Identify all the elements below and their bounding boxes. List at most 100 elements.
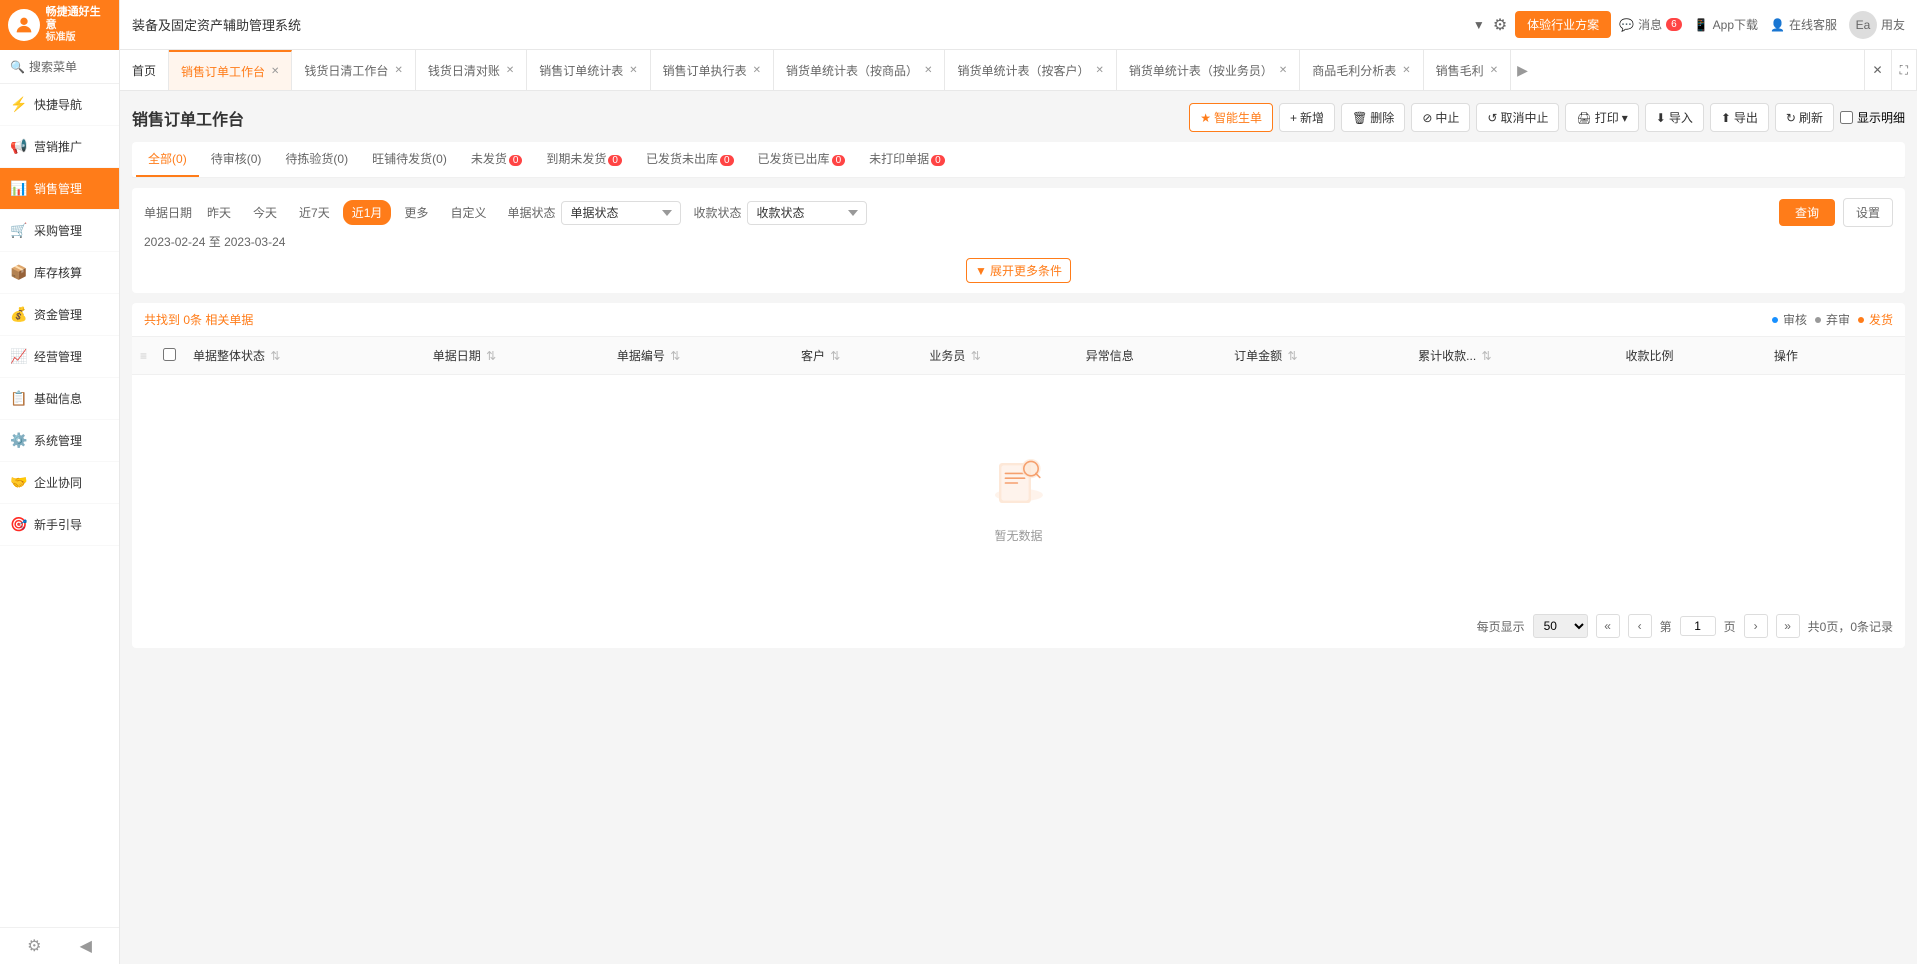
print-btn[interactable]: 🖨 打印 ▾	[1565, 103, 1638, 132]
tab-sales-profit[interactable]: 销售毛利 ✕	[1424, 50, 1511, 90]
filter-tab-not-printed[interactable]: 未打印单据0	[857, 142, 957, 177]
tab-close-cash-daily[interactable]: ✕	[394, 65, 402, 76]
cancel-stop-btn[interactable]: ↺ 取消中止	[1476, 103, 1559, 132]
sort-date-icon[interactable]: ⇅	[486, 349, 496, 363]
tab-close-product-margin[interactable]: ✕	[1402, 65, 1410, 76]
sidebar-search[interactable]: 🔍 搜索菜单	[0, 50, 119, 84]
date-btn-today[interactable]: 今天	[244, 200, 286, 225]
industry-btn[interactable]: 体验行业方案	[1515, 11, 1611, 38]
system-dropdown[interactable]: ▼	[1473, 18, 1485, 32]
tab-close-sales-profit[interactable]: ✕	[1490, 65, 1498, 76]
tab-close-sales-stat[interactable]: ✕	[629, 65, 637, 76]
select-all-checkbox[interactable]	[163, 348, 176, 361]
filter-tab-shipped-not-out[interactable]: 已发货未出库0	[634, 142, 746, 177]
online-service-btn[interactable]: 👤 在线客服	[1770, 16, 1837, 33]
tab-cash-daily[interactable]: 钱货日清工作台 ✕	[292, 50, 415, 90]
filter-tab-not-shipped[interactable]: 未发货0	[459, 142, 535, 177]
filter-tab-all[interactable]: 全部(0)	[136, 142, 199, 177]
sidebar-item-quick-nav[interactable]: ⚡ 快捷导航	[0, 84, 119, 126]
sidebar-settings-btn[interactable]: ⚙	[27, 936, 41, 956]
sort-collected-icon[interactable]: ⇅	[1482, 349, 1492, 363]
show-detail-checkbox[interactable]	[1840, 111, 1853, 124]
sidebar-item-marketing[interactable]: 📢 营销推广	[0, 126, 119, 168]
add-btn[interactable]: + 新增	[1279, 103, 1335, 132]
filter-tab-shipped-out[interactable]: 已发货已出库0	[746, 142, 858, 177]
query-btn[interactable]: 查询	[1779, 199, 1835, 226]
reject-action-btn[interactable]: 弃审	[1815, 311, 1850, 328]
user-menu-btn[interactable]: Ea 用友	[1849, 11, 1905, 39]
page-prev-btn[interactable]: ‹	[1628, 614, 1652, 638]
export-btn[interactable]: ⬆ 导出	[1710, 103, 1769, 132]
ship-action-btn[interactable]: 发货	[1858, 311, 1893, 328]
tabs-scroll-right[interactable]: ▶	[1511, 62, 1534, 79]
col-staff: 业务员 ⇅	[921, 337, 1077, 375]
sidebar-item-purchase[interactable]: 🛒 采购管理	[0, 210, 119, 252]
status-field: 单据状态 单据状态	[507, 201, 681, 225]
tab-sales-workbench[interactable]: 销售订单工作台 ✕	[169, 50, 292, 90]
date-btn-7days[interactable]: 近7天	[290, 200, 339, 225]
date-btn-custom[interactable]: 自定义	[441, 200, 495, 225]
tab-cash-reconcile[interactable]: 钱货日清对账 ✕	[416, 50, 527, 90]
page-next-btn[interactable]: ›	[1744, 614, 1768, 638]
page-last-btn[interactable]: »	[1776, 614, 1800, 638]
date-btn-more[interactable]: 更多	[395, 200, 437, 225]
main-area: 装备及固定资产辅助管理系统 ▼ ⚙ 体验行业方案 💬 消息 6 📱 App下载 …	[120, 0, 1917, 964]
tab-sales-summary-staff[interactable]: 销货单统计表（按业务员） ✕	[1117, 50, 1300, 90]
sidebar-item-operations[interactable]: 📈 经营管理	[0, 336, 119, 378]
sidebar-item-basic-info[interactable]: 📋 基础信息	[0, 378, 119, 420]
messages-btn[interactable]: 💬 消息 6	[1619, 16, 1682, 33]
sidebar-item-guide[interactable]: 🎯 新手引导	[0, 504, 119, 546]
tab-close-sales-summary-product[interactable]: ✕	[924, 65, 932, 76]
sort-amount-icon[interactable]: ⇅	[1287, 349, 1297, 363]
delete-btn[interactable]: 🗑 删除	[1341, 103, 1405, 132]
show-detail-checkbox-label[interactable]: 显示明细	[1840, 109, 1905, 126]
expand-conditions-btn[interactable]: ▼ 展开更多条件	[966, 258, 1071, 283]
stop-btn[interactable]: ⊘ 中止	[1411, 103, 1470, 132]
sort-number-icon[interactable]: ⇅	[670, 349, 680, 363]
sort-customer-icon[interactable]: ⇅	[830, 349, 840, 363]
filter-tab-wangpu[interactable]: 旺铺待发货(0)	[360, 142, 459, 177]
tab-home[interactable]: 首页	[120, 50, 169, 90]
filter-tab-expired-not-shipped[interactable]: 到期未发货0	[534, 142, 634, 177]
tab-close-cash-reconcile[interactable]: ✕	[506, 65, 514, 76]
import-btn[interactable]: ⬇ 导入	[1645, 103, 1704, 132]
date-btn-1month[interactable]: 近1月	[343, 200, 392, 225]
tab-sales-summary-product[interactable]: 销货单统计表（按商品） ✕	[774, 50, 945, 90]
tab-close-sales-summary-staff[interactable]: ✕	[1279, 65, 1287, 76]
date-btn-yesterday[interactable]: 昨天	[198, 200, 240, 225]
sidebar-collapse-btn[interactable]: ◀	[80, 936, 92, 956]
sidebar-item-inventory[interactable]: 📦 库存核算	[0, 252, 119, 294]
filter-tabs: 全部(0) 待审核(0) 待拣验货(0) 旺铺待发货(0) 未发货0 到期未发货…	[132, 142, 1905, 178]
tab-sales-summary-customer[interactable]: 销货单统计表（按客户） ✕	[945, 50, 1116, 90]
tab-close-sales-summary-customer[interactable]: ✕	[1095, 65, 1103, 76]
table-scroll-container[interactable]: ≡ 单据整体状态 ⇅ 单据日期 ⇅	[132, 337, 1905, 604]
sort-status-icon[interactable]: ⇅	[270, 349, 280, 363]
sidebar-item-sales[interactable]: 📊 销售管理	[0, 168, 119, 210]
filter-tab-pending-review[interactable]: 待审核(0)	[199, 142, 274, 177]
tab-product-margin[interactable]: 商品毛利分析表 ✕	[1300, 50, 1423, 90]
setup-btn[interactable]: 设置	[1843, 198, 1893, 227]
tabs-close-all-btn[interactable]: ✕	[1865, 50, 1892, 90]
payment-select[interactable]: 收款状态	[747, 201, 867, 225]
page-size-select[interactable]: 50 10 20 100	[1533, 614, 1588, 638]
total-records: 共0页，0条记录	[1808, 618, 1893, 635]
smart-create-btn[interactable]: ★ 智能生单	[1189, 103, 1273, 132]
filter-tab-pending-check[interactable]: 待拣验货(0)	[273, 142, 360, 177]
tabs-maximize-btn[interactable]: ⛶	[1892, 50, 1917, 90]
refresh-btn[interactable]: ↻ 刷新	[1775, 103, 1834, 132]
sidebar-item-system[interactable]: ⚙️ 系统管理	[0, 420, 119, 462]
app-download-btn[interactable]: 📱 App下载	[1694, 16, 1758, 33]
sort-staff-icon[interactable]: ⇅	[971, 349, 981, 363]
review-action-btn[interactable]: 审核	[1772, 311, 1807, 328]
star-icon: ★	[1200, 111, 1211, 125]
page-first-btn[interactable]: «	[1596, 614, 1620, 638]
topbar-settings-btn[interactable]: ⚙	[1493, 15, 1507, 35]
tab-close-sales-workbench[interactable]: ✕	[271, 66, 279, 77]
sidebar-item-finance[interactable]: 💰 资金管理	[0, 294, 119, 336]
tab-sales-exec[interactable]: 销售订单执行表 ✕	[651, 50, 774, 90]
tab-sales-stat[interactable]: 销售订单统计表 ✕	[527, 50, 650, 90]
page-number-input[interactable]	[1680, 616, 1716, 636]
sidebar-item-enterprise[interactable]: 🤝 企业协同	[0, 462, 119, 504]
tab-close-sales-exec[interactable]: ✕	[753, 65, 761, 76]
status-select[interactable]: 单据状态	[561, 201, 681, 225]
